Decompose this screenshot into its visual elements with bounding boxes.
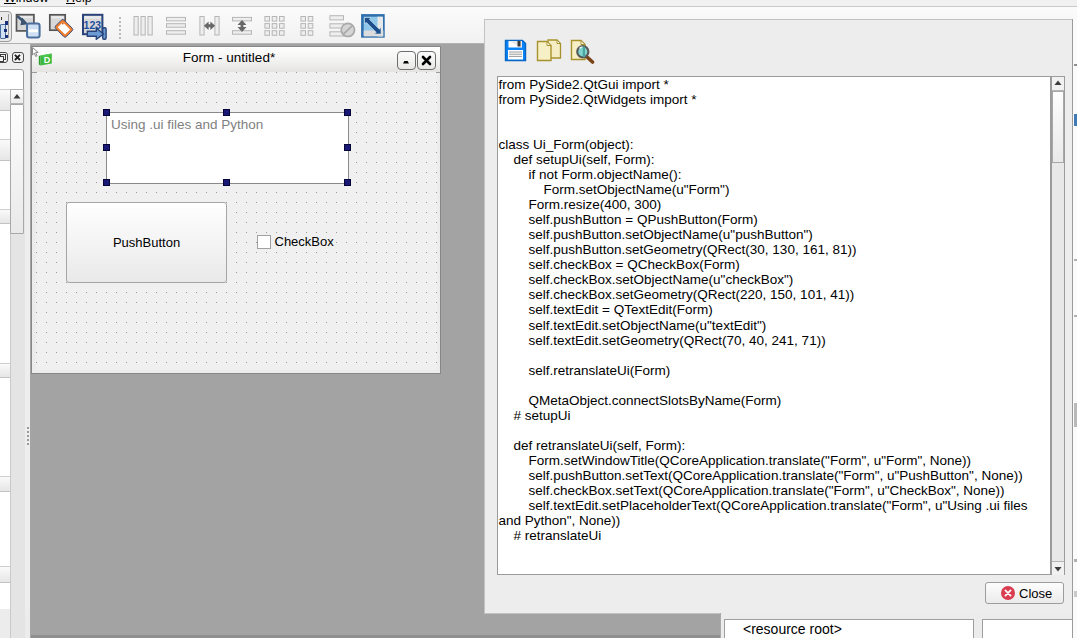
svg-text:123: 123	[84, 19, 102, 31]
